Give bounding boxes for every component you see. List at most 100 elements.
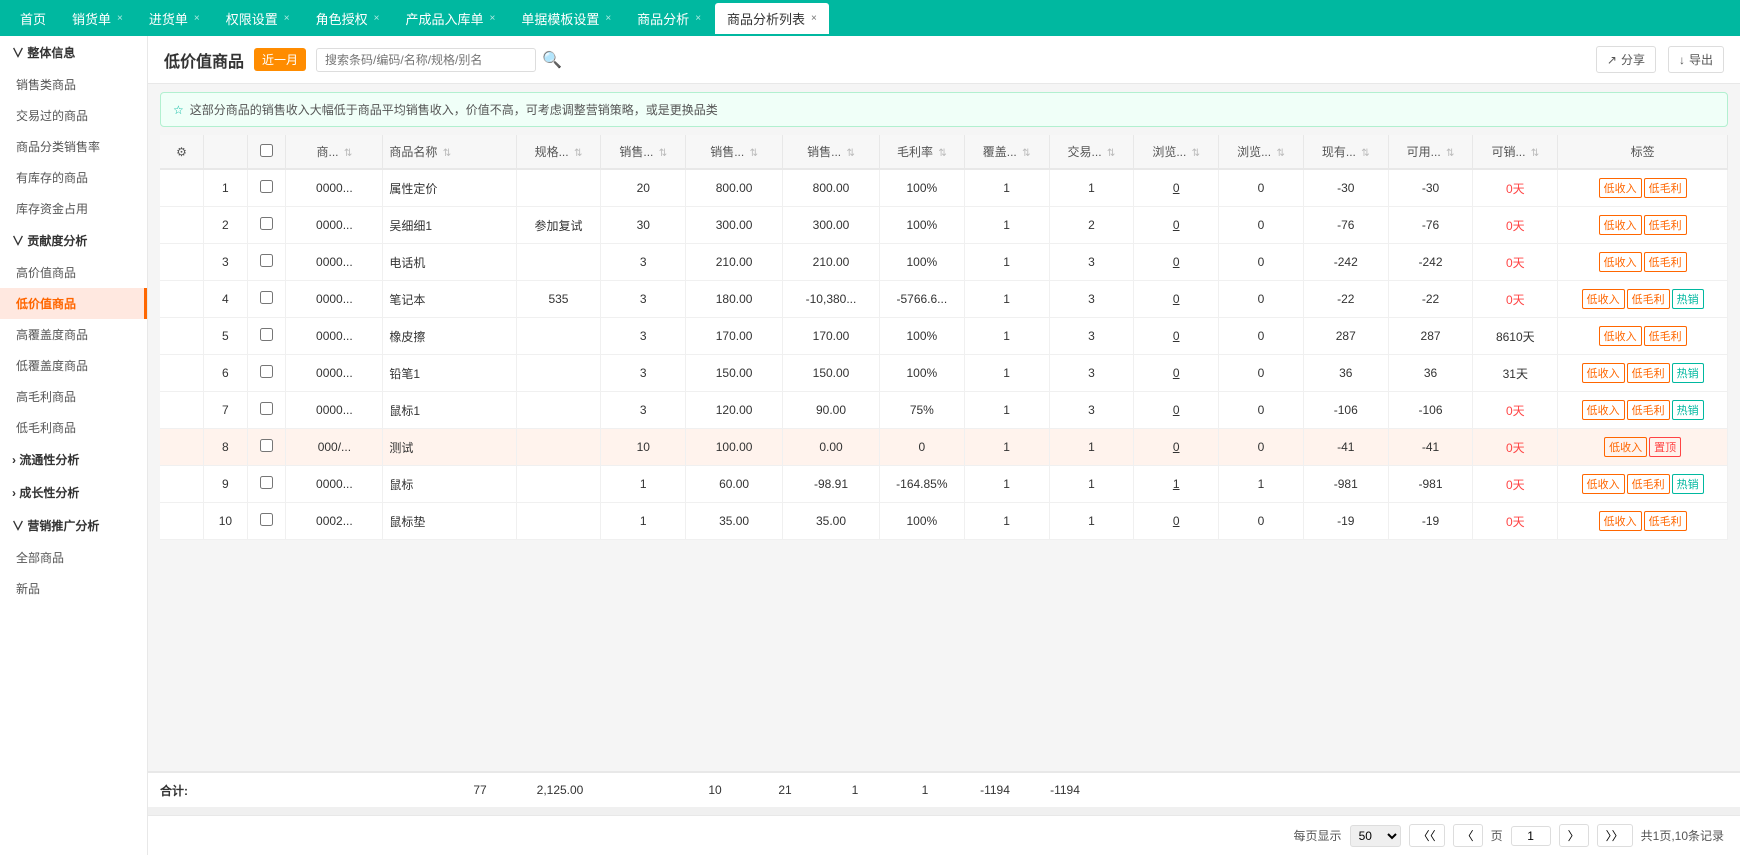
row-checkbox[interactable] — [260, 328, 273, 341]
sidebar-item-traded-goods[interactable]: 交易过的商品 — [0, 100, 147, 131]
col-sales-amt-header[interactable]: 销售... ⇅ — [686, 135, 783, 169]
close-icon[interactable]: × — [284, 13, 290, 24]
row-view1[interactable]: 0 — [1134, 169, 1219, 207]
col-trade-header[interactable]: 交易... ⇅ — [1049, 135, 1134, 169]
row-view1[interactable]: 0 — [1134, 392, 1219, 429]
col-settings[interactable]: ⚙ — [160, 135, 204, 169]
view1-link[interactable]: 0 — [1173, 255, 1180, 269]
sidebar-item-sales-goods[interactable]: 销售类商品 — [0, 69, 147, 100]
row-check[interactable] — [247, 392, 286, 429]
sidebar-item-low-value[interactable]: 低价值商品 — [0, 288, 147, 319]
row-check[interactable] — [247, 355, 286, 392]
close-icon[interactable]: × — [489, 13, 495, 24]
sidebar-item-stocked-goods[interactable]: 有库存的商品 — [0, 162, 147, 193]
nav-sales-order[interactable]: 销货单 × — [60, 3, 135, 34]
sidebar-item-new-goods[interactable]: 新品 — [0, 573, 147, 604]
col-sell-header[interactable]: 可销... ⇅ — [1473, 135, 1558, 169]
close-icon[interactable]: × — [374, 13, 380, 24]
nav-home[interactable]: 首页 — [8, 3, 58, 34]
close-icon[interactable]: × — [811, 13, 817, 24]
view1-link[interactable]: 0 — [1173, 329, 1180, 343]
nav-purchase-order[interactable]: 进货单 × — [137, 3, 212, 34]
export-button[interactable]: ↓ 导出 — [1668, 46, 1724, 73]
nav-product-storage[interactable]: 产成品入库单 × — [393, 3, 507, 34]
sidebar-item-high-coverage[interactable]: 高覆盖度商品 — [0, 319, 147, 350]
row-check[interactable] — [247, 318, 286, 355]
close-icon[interactable]: × — [194, 13, 200, 24]
next-page-button[interactable]: 〉 — [1559, 824, 1589, 847]
close-icon[interactable]: × — [605, 13, 611, 24]
close-icon[interactable]: × — [695, 13, 701, 24]
sidebar-group-growth[interactable]: › 成长性分析 — [0, 476, 147, 509]
row-check[interactable] — [247, 244, 286, 281]
sidebar-item-low-coverage[interactable]: 低覆盖度商品 — [0, 350, 147, 381]
view1-link[interactable]: 0 — [1173, 366, 1180, 380]
sidebar-item-high-margin[interactable]: 高毛利商品 — [0, 381, 147, 412]
row-checkbox[interactable] — [260, 402, 273, 415]
col-cover-header[interactable]: 覆盖... ⇅ — [964, 135, 1049, 169]
nav-permission[interactable]: 权限设置 × — [214, 3, 302, 34]
row-checkbox[interactable] — [260, 439, 273, 452]
row-check[interactable] — [247, 503, 286, 540]
view1-link[interactable]: 1 — [1173, 477, 1180, 491]
row-checkbox[interactable] — [260, 291, 273, 304]
row-check[interactable] — [247, 429, 286, 466]
row-view1[interactable]: 1 — [1134, 466, 1219, 503]
row-checkbox[interactable] — [260, 513, 273, 526]
view1-link[interactable]: 0 — [1173, 514, 1180, 528]
sidebar-item-low-margin[interactable]: 低毛利商品 — [0, 412, 147, 443]
row-check[interactable] — [247, 207, 286, 244]
sidebar-group-marketing[interactable]: ∨ 营销推广分析 — [0, 509, 147, 542]
last-page-button[interactable]: 〉〉 — [1597, 824, 1633, 847]
row-check[interactable] — [247, 281, 286, 318]
col-spec-header[interactable]: 规格... ⇅ — [516, 135, 601, 169]
close-icon[interactable]: × — [117, 13, 123, 24]
view1-link[interactable]: 0 — [1173, 218, 1180, 232]
share-button[interactable]: ↗ 分享 — [1596, 46, 1656, 73]
sidebar-item-category-sales[interactable]: 商品分类销售率 — [0, 131, 147, 162]
col-name-header[interactable]: 商品名称 ⇅ — [383, 135, 516, 169]
row-checkbox[interactable] — [260, 476, 273, 489]
row-view1[interactable]: 0 — [1134, 207, 1219, 244]
sidebar-group-contribution[interactable]: ∨ 贡献度分析 — [0, 224, 147, 257]
view1-link[interactable]: 0 — [1173, 292, 1180, 306]
col-avail-header[interactable]: 可用... ⇅ — [1388, 135, 1473, 169]
nav-template-setting[interactable]: 单据模板设置 × — [509, 3, 623, 34]
col-code-header[interactable]: 商... ⇅ — [286, 135, 383, 169]
nav-role-auth[interactable]: 角色授权 × — [304, 3, 392, 34]
per-page-select[interactable]: 50 100 200 — [1350, 825, 1401, 847]
row-check[interactable] — [247, 466, 286, 503]
row-checkbox[interactable] — [260, 217, 273, 230]
row-view1[interactable]: 0 — [1134, 244, 1219, 281]
sidebar-group-overall[interactable]: ∨ 整体信息 — [0, 36, 147, 69]
page-input[interactable] — [1511, 826, 1551, 846]
filter-button[interactable]: 近一月 — [254, 48, 306, 71]
row-checkbox[interactable] — [260, 365, 273, 378]
sidebar-item-high-value[interactable]: 高价值商品 — [0, 257, 147, 288]
row-checkbox[interactable] — [260, 254, 273, 267]
first-page-button[interactable]: 〈〈 — [1409, 824, 1445, 847]
sidebar-group-liquidity[interactable]: › 流通性分析 — [0, 443, 147, 476]
horizontal-scrollbar[interactable] — [148, 807, 1740, 815]
col-view1-header[interactable]: 浏览... ⇅ — [1134, 135, 1219, 169]
sidebar-item-all-goods[interactable]: 全部商品 — [0, 542, 147, 573]
view1-link[interactable]: 0 — [1173, 403, 1180, 417]
view1-link[interactable]: 0 — [1173, 181, 1180, 195]
col-gross-header[interactable]: 毛利率 ⇅ — [879, 135, 964, 169]
row-view1[interactable]: 0 — [1134, 281, 1219, 318]
row-view1[interactable]: 0 — [1134, 318, 1219, 355]
nav-goods-analysis-list[interactable]: 商品分析列表 × — [715, 3, 829, 34]
row-view1[interactable]: 0 — [1134, 503, 1219, 540]
check-all-checkbox[interactable] — [260, 144, 273, 157]
col-sales-price-header[interactable]: 销售... ⇅ — [783, 135, 880, 169]
sidebar-item-stock-funds[interactable]: 库存资金占用 — [0, 193, 147, 224]
col-stock-header[interactable]: 现有... ⇅ — [1303, 135, 1388, 169]
search-button[interactable]: 🔍 — [542, 50, 562, 70]
row-check[interactable] — [247, 169, 286, 207]
row-view1[interactable]: 0 — [1134, 355, 1219, 392]
view1-link[interactable]: 0 — [1173, 440, 1180, 454]
col-check-all[interactable] — [247, 135, 286, 169]
row-view1[interactable]: 0 — [1134, 429, 1219, 466]
prev-page-button[interactable]: 〈 — [1453, 824, 1483, 847]
col-sales-qty-header[interactable]: 销售... ⇅ — [601, 135, 686, 169]
